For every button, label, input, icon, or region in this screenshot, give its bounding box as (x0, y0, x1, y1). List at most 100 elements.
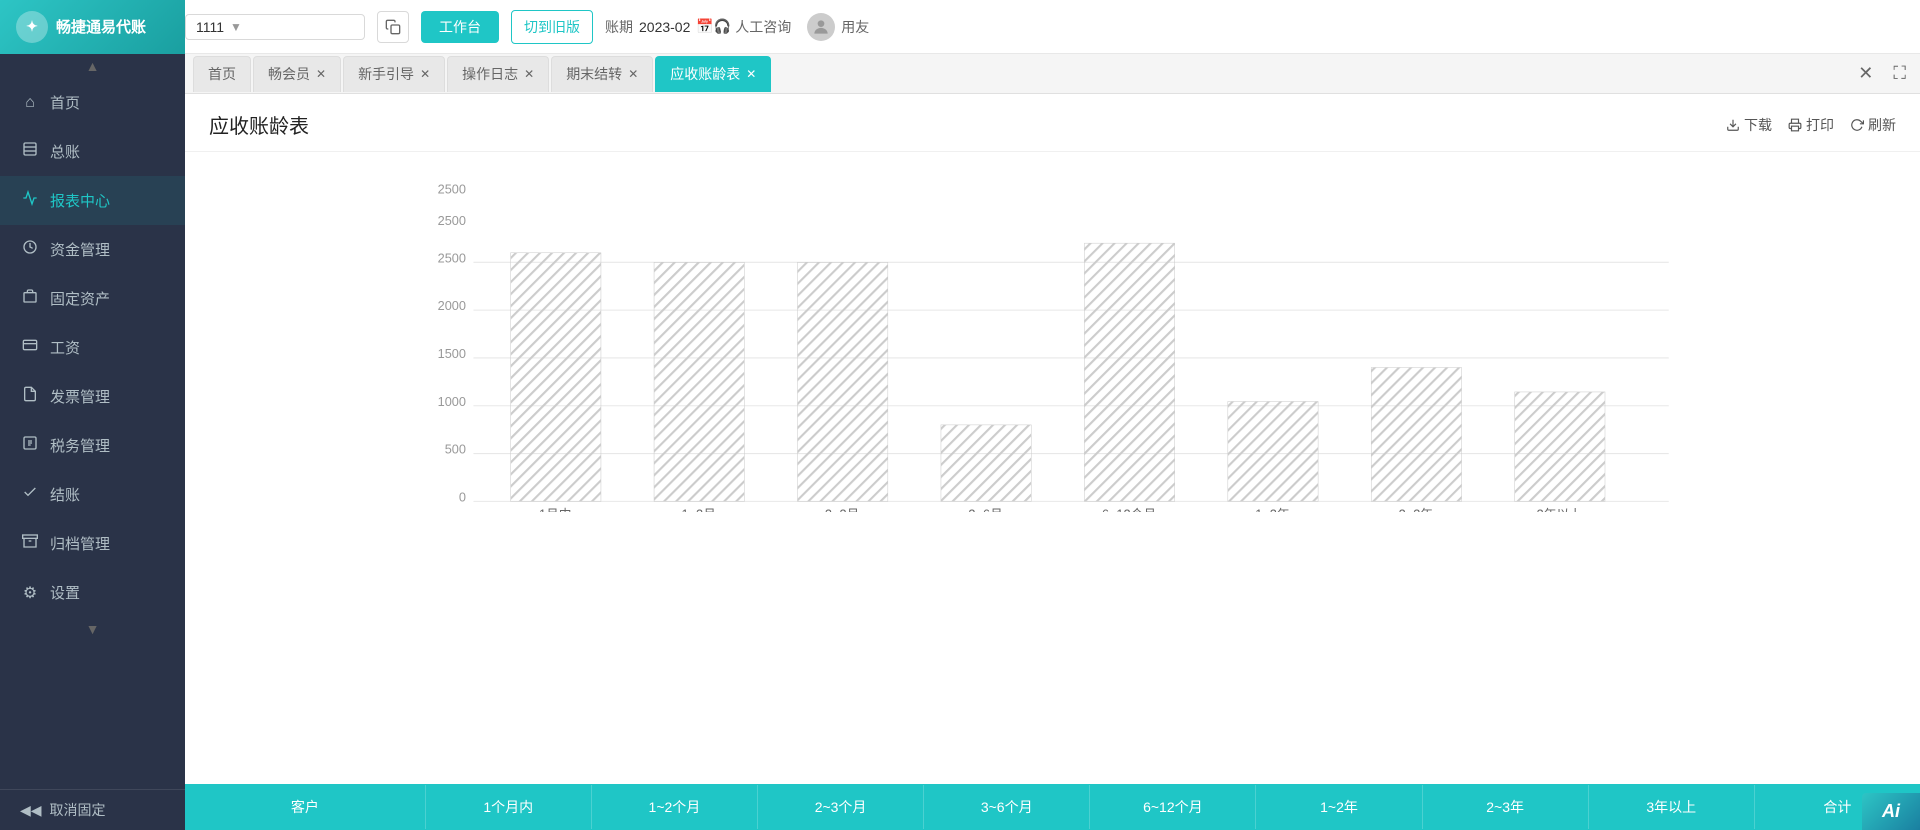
title-actions: 下载 打印 刷新 (1726, 115, 1896, 135)
ai-badge[interactable]: Ai (1862, 793, 1920, 830)
sidebar: ▲ ⌂ 首页 总账 报表中心 (0, 54, 185, 830)
user-name: 用友 (841, 17, 869, 37)
company-name: 1111 (196, 19, 224, 35)
page-title: 应收账龄表 (209, 110, 309, 139)
copy-button[interactable] (377, 11, 409, 43)
svg-text:2500: 2500 (438, 181, 466, 196)
reports-icon (20, 190, 40, 211)
header-actions: 🎧 人工咨询 用友 (714, 13, 869, 41)
tab-guide[interactable]: 新手引导 ✕ (343, 56, 445, 92)
pin-icon: ◀◀ (20, 802, 42, 819)
sidebar-item-label: 设置 (50, 582, 80, 603)
sidebar-item-checkout[interactable]: 结账 (0, 470, 185, 519)
svg-text:2~3月: 2~3月 (825, 506, 859, 512)
svg-text:1~2月: 1~2月 (681, 506, 715, 512)
main-layout: ▲ ⌂ 首页 总账 报表中心 (0, 54, 1920, 830)
close-icon[interactable]: ✕ (420, 68, 430, 80)
sidebar-item-label: 发票管理 (50, 386, 110, 407)
close-icon[interactable]: ✕ (524, 68, 534, 80)
refresh-button[interactable]: 刷新 (1850, 115, 1896, 135)
tab-home[interactable]: 首页 (193, 56, 251, 92)
logo-area: ✦ 畅捷通易代账 (0, 0, 185, 54)
bar-2-3月 (798, 262, 888, 501)
chart-container: 0 500 1000 1500 2000 2500 2500 2500 (209, 172, 1896, 512)
sidebar-item-label: 首页 (50, 92, 80, 113)
calendar-icon[interactable]: 📅 (696, 18, 713, 35)
sidebar-item-reports[interactable]: 报表中心 (0, 176, 185, 225)
switch-version-button[interactable]: 切到旧版 (511, 10, 593, 44)
tab-label: 畅会员 (268, 64, 310, 84)
sidebar-item-invoice[interactable]: 发票管理 (0, 372, 185, 421)
headset-icon: 🎧 (714, 18, 731, 35)
maximize-button[interactable]: ⛶ (1887, 63, 1912, 84)
svg-text:2~3年: 2~3年 (1399, 506, 1434, 512)
tabs-bar: 首页 畅会员 ✕ 新手引导 ✕ 操作日志 ✕ 期末结转 ✕ 应收账龄表 ✕ (185, 54, 1920, 94)
svg-text:1月内: 1月内 (539, 506, 572, 512)
sidebar-item-label: 税务管理 (50, 435, 110, 456)
bar-2-3年 (1371, 368, 1461, 502)
svg-text:3~6月: 3~6月 (968, 506, 1002, 512)
cancel-pin-button[interactable]: ◀◀ 取消固定 (0, 789, 185, 830)
tabs-actions: ✕ ⛶ (1852, 63, 1912, 84)
svg-text:2500: 2500 (438, 213, 466, 228)
invoice-icon (20, 386, 40, 407)
th-customer: 客户 (185, 785, 426, 829)
tab-member[interactable]: 畅会员 ✕ (253, 56, 341, 92)
checkout-icon (20, 484, 40, 505)
content-area: 首页 畅会员 ✕ 新手引导 ✕ 操作日志 ✕ 期末结转 ✕ 应收账龄表 ✕ (185, 54, 1920, 830)
download-button[interactable]: 下载 (1726, 115, 1772, 135)
sidebar-item-label: 总账 (50, 141, 80, 162)
sidebar-item-home[interactable]: ⌂ 首页 (0, 78, 185, 127)
user-area[interactable]: 用友 (807, 13, 869, 41)
logo-icon: ✦ (16, 11, 48, 43)
period-area: 账期 2023-02 📅 (605, 17, 714, 37)
svg-text:1500: 1500 (438, 346, 466, 361)
support-label: 人工咨询 (735, 17, 791, 37)
tab-yearend[interactable]: 期末结转 ✕ (551, 56, 653, 92)
bar-chart: 0 500 1000 1500 2000 2500 2500 2500 (209, 172, 1896, 512)
print-button[interactable]: 打印 (1788, 115, 1834, 135)
company-selector[interactable]: 1111 ▼ (185, 14, 365, 40)
tab-oplog[interactable]: 操作日志 ✕ (447, 56, 549, 92)
svg-text:2000: 2000 (438, 298, 466, 313)
tab-label: 操作日志 (462, 64, 518, 84)
support-button[interactable]: 🎧 人工咨询 (714, 17, 791, 37)
bar-3年以上 (1515, 392, 1605, 501)
th-2-3year: 2~3年 (1423, 785, 1589, 829)
sidebar-item-label: 资金管理 (50, 239, 110, 260)
bar-1-2月 (654, 262, 744, 501)
tab-aging[interactable]: 应收账龄表 ✕ (655, 56, 771, 92)
sidebar-item-settings[interactable]: ⚙ 设置 (0, 568, 185, 617)
app-name: 畅捷通易代账 (56, 16, 146, 37)
sidebar-item-salary[interactable]: 工资 (0, 323, 185, 372)
close-icon[interactable]: ✕ (746, 68, 756, 80)
bar-3-6月 (941, 425, 1031, 502)
page-title-bar: 应收账龄表 下载 打印 (185, 94, 1920, 152)
print-label: 打印 (1806, 115, 1834, 135)
close-icon[interactable]: ✕ (628, 68, 638, 80)
refresh-label: 刷新 (1868, 115, 1896, 135)
sidebar-item-ledger[interactable]: 总账 (0, 127, 185, 176)
sidebar-item-assets[interactable]: 固定资产 (0, 274, 185, 323)
sidebar-item-label: 结账 (50, 484, 80, 505)
svg-text:1~2年: 1~2年 (1255, 506, 1290, 512)
sidebar-item-archive[interactable]: 归档管理 (0, 519, 185, 568)
th-6-12month: 6~12个月 (1090, 785, 1256, 829)
bar-6-12个月 (1084, 243, 1174, 501)
workbench-button[interactable]: 工作台 (421, 11, 499, 43)
sidebar-item-tax[interactable]: 税务管理 (0, 421, 185, 470)
sidebar-scroll-up[interactable]: ▲ (0, 54, 185, 78)
chevron-down-icon: ▼ (230, 20, 242, 34)
table-header-row: 客户 1个月内 1~2个月 2~3个月 3~6个月 6~12个月 (185, 784, 1920, 830)
page-content: 应收账龄表 下载 打印 (185, 94, 1920, 830)
sidebar-item-label: 归档管理 (50, 533, 110, 554)
sidebar-scroll-down[interactable]: ▼ (0, 617, 185, 641)
sidebar-item-funds[interactable]: 资金管理 (0, 225, 185, 274)
close-icon[interactable]: ✕ (316, 68, 326, 80)
svg-text:3年以上: 3年以上 (1537, 506, 1583, 512)
bar-1-2年 (1228, 402, 1318, 502)
svg-text:6~12个月: 6~12个月 (1102, 506, 1156, 512)
close-all-button[interactable]: ✕ (1852, 63, 1879, 84)
funds-icon (20, 239, 40, 260)
sidebar-item-label: 固定资产 (50, 288, 110, 309)
